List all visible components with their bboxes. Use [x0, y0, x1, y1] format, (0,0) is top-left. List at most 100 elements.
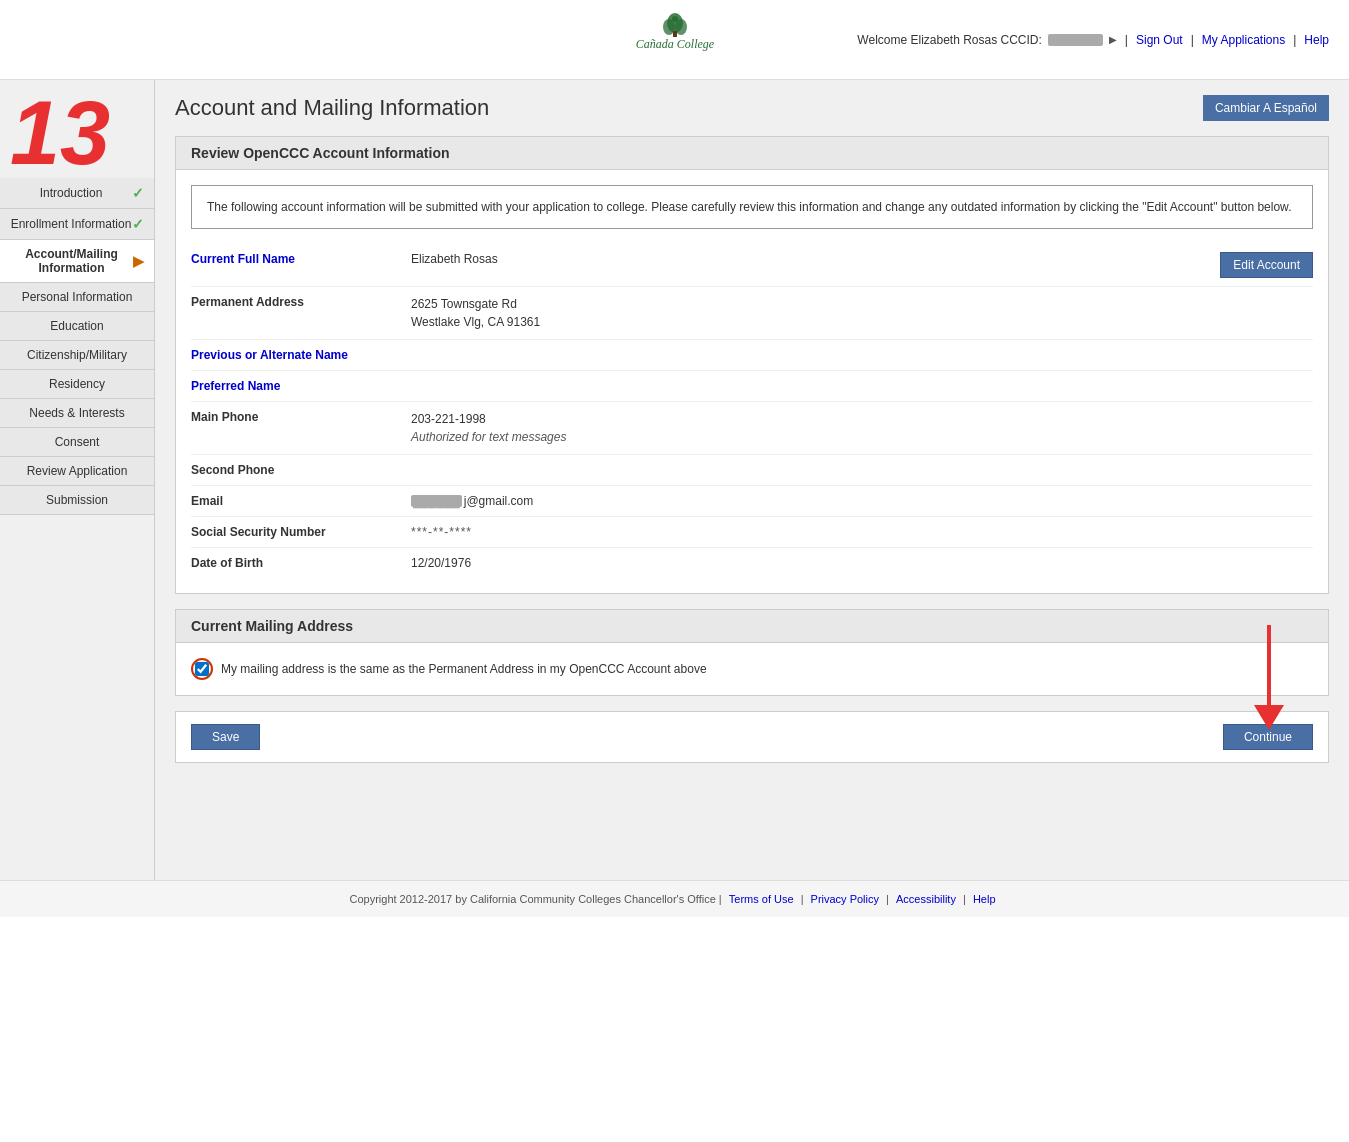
step-number: 13: [0, 80, 154, 178]
current-full-name-label: Current Full Name: [191, 252, 411, 266]
separator2: |: [1191, 33, 1194, 47]
welcome-text: Welcome Elizabeth Rosas CCCID:: [857, 33, 1042, 47]
second-phone-label: Second Phone: [191, 463, 411, 477]
sidebar-item-citizenship-military[interactable]: Citizenship/Military: [0, 341, 154, 370]
email-masked: ██████: [411, 495, 462, 507]
permanent-address-label: Permanent Address: [191, 295, 411, 309]
current-full-name-row: Current Full Name Elizabeth Rosas Edit A…: [191, 244, 1313, 287]
previous-alternate-name-label: Previous or Alternate Name: [191, 348, 411, 362]
email-domain: j@gmail.com: [464, 494, 534, 508]
mailing-checkbox[interactable]: [195, 662, 209, 676]
sidebar-item-personal-information[interactable]: Personal Information: [0, 283, 154, 312]
logo: Cañada College: [610, 8, 740, 71]
preferred-name-label: Preferred Name: [191, 379, 411, 393]
dob-row: Date of Birth 12/20/1976: [191, 548, 1313, 578]
page-title: Account and Mailing Information: [175, 95, 489, 121]
checkbox-highlight-circle: [191, 658, 213, 680]
sidebar-item-education[interactable]: Education: [0, 312, 154, 341]
sidebar-item-label: Enrollment Information: [10, 217, 132, 231]
save-button[interactable]: Save: [191, 724, 260, 750]
main-phone-row: Main Phone 203-221-1998 Authorized for t…: [191, 402, 1313, 455]
main-phone-value: 203-221-1998 Authorized for text message…: [411, 410, 1313, 446]
cambiar-button[interactable]: Cambiar A Español: [1203, 95, 1329, 121]
cccid-arrow-icon: ▶: [1109, 34, 1117, 45]
permanent-address-value: 2625 Townsgate Rd Westlake Vlg, CA 91361: [411, 295, 1313, 331]
edit-account-button[interactable]: Edit Account: [1220, 252, 1313, 278]
check-icon: ✓: [132, 216, 144, 232]
dob-value: 12/20/1976: [411, 556, 1313, 570]
content-area: Account and Mailing Information Cambiar …: [155, 80, 1349, 880]
my-applications-link[interactable]: My Applications: [1202, 33, 1285, 47]
terms-of-use-link[interactable]: Terms of Use: [729, 893, 794, 905]
preferred-name-link[interactable]: Preferred Name: [191, 379, 280, 393]
cccid-bar: [1048, 34, 1103, 46]
ssn-value: ***-**-****: [411, 525, 1313, 539]
mailing-panel: Current Mailing Address My mailing addre…: [175, 609, 1329, 696]
previous-alternate-name-link[interactable]: Previous or Alternate Name: [191, 348, 348, 362]
red-arrow: [1244, 620, 1294, 743]
sidebar-item-enrollment-information[interactable]: Enrollment Information ✓: [0, 209, 154, 240]
svg-point-4: [672, 16, 678, 22]
email-label: Email: [191, 494, 411, 508]
sidebar-item-label: Account/Mailing Information: [10, 247, 133, 275]
second-phone-row: Second Phone: [191, 455, 1313, 486]
privacy-policy-link[interactable]: Privacy Policy: [811, 893, 879, 905]
sidebar-item-needs-interests[interactable]: Needs & Interests: [0, 399, 154, 428]
arrow-icon: ▶: [133, 253, 144, 269]
footer-separator2: |: [886, 893, 889, 905]
sidebar-item-label: Citizenship/Military: [10, 348, 144, 362]
current-full-name-link[interactable]: Current Full Name: [191, 252, 295, 266]
email-value: ██████ j@gmail.com: [411, 494, 1313, 508]
footer-separator1: |: [801, 893, 804, 905]
ssn-row: Social Security Number ***-**-****: [191, 517, 1313, 548]
footer-copyright: Copyright 2012-2017 by California Commun…: [349, 893, 721, 905]
review-panel-header: Review OpenCCC Account Information: [176, 137, 1328, 170]
check-icon: ✓: [132, 185, 144, 201]
sidebar-item-label: Needs & Interests: [10, 406, 144, 420]
sidebar-item-label: Personal Information: [10, 290, 144, 304]
sidebar-item-residency[interactable]: Residency: [0, 370, 154, 399]
main-wrapper: 13 Introduction ✓ Enrollment Information…: [0, 80, 1349, 880]
sidebar-item-label: Residency: [10, 377, 144, 391]
header-nav: Welcome Elizabeth Rosas CCCID: ▶ | Sign …: [857, 33, 1329, 47]
sidebar-item-label: Education: [10, 319, 144, 333]
help-link[interactable]: Help: [1304, 33, 1329, 47]
review-panel: Review OpenCCC Account Information The f…: [175, 136, 1329, 594]
address-line1: 2625 Townsgate Rd: [411, 295, 1313, 313]
preferred-name-row: Preferred Name: [191, 371, 1313, 402]
sidebar-item-label: Introduction: [10, 186, 132, 200]
previous-alternate-name-row: Previous or Alternate Name: [191, 340, 1313, 371]
header: Cañada College Welcome Elizabeth Rosas C…: [0, 0, 1349, 80]
sidebar-item-submission[interactable]: Submission: [0, 486, 154, 515]
red-arrow-svg: [1244, 620, 1294, 740]
accessibility-link[interactable]: Accessibility: [896, 893, 956, 905]
dob-label: Date of Birth: [191, 556, 411, 570]
mailing-panel-header: Current Mailing Address: [176, 610, 1328, 643]
separator1: |: [1125, 33, 1128, 47]
email-row: Email ██████ j@gmail.com: [191, 486, 1313, 517]
sidebar-item-consent[interactable]: Consent: [0, 428, 154, 457]
sidebar: 13 Introduction ✓ Enrollment Information…: [0, 80, 155, 880]
ssn-label: Social Security Number: [191, 525, 411, 539]
sidebar-item-label: Review Application: [10, 464, 144, 478]
sidebar-item-account-mailing[interactable]: Account/Mailing Information ▶: [0, 240, 154, 283]
sign-out-link[interactable]: Sign Out: [1136, 33, 1183, 47]
review-panel-body: The following account information will b…: [176, 170, 1328, 593]
main-phone-label: Main Phone: [191, 410, 411, 424]
mailing-checkbox-label[interactable]: My mailing address is the same as the Pe…: [221, 662, 707, 676]
sidebar-item-label: Submission: [10, 493, 144, 507]
footer: Copyright 2012-2017 by California Commun…: [0, 880, 1349, 917]
main-phone-authorized: Authorized for text messages: [411, 428, 1313, 446]
sidebar-item-review-application[interactable]: Review Application: [0, 457, 154, 486]
address-line2: Westlake Vlg, CA 91361: [411, 313, 1313, 331]
bottom-bar: Save Continue: [175, 711, 1329, 763]
mailing-checkbox-wrapper: [191, 658, 213, 680]
footer-help-link[interactable]: Help: [973, 893, 996, 905]
separator3: |: [1293, 33, 1296, 47]
svg-marker-7: [1254, 705, 1284, 730]
main-phone-number: 203-221-1998: [411, 410, 1313, 428]
permanent-address-row: Permanent Address 2625 Townsgate Rd West…: [191, 287, 1313, 340]
current-full-name-value: Elizabeth Rosas: [411, 252, 1220, 266]
college-logo-svg: Cañada College: [610, 8, 740, 68]
mailing-panel-body: My mailing address is the same as the Pe…: [176, 643, 1328, 695]
